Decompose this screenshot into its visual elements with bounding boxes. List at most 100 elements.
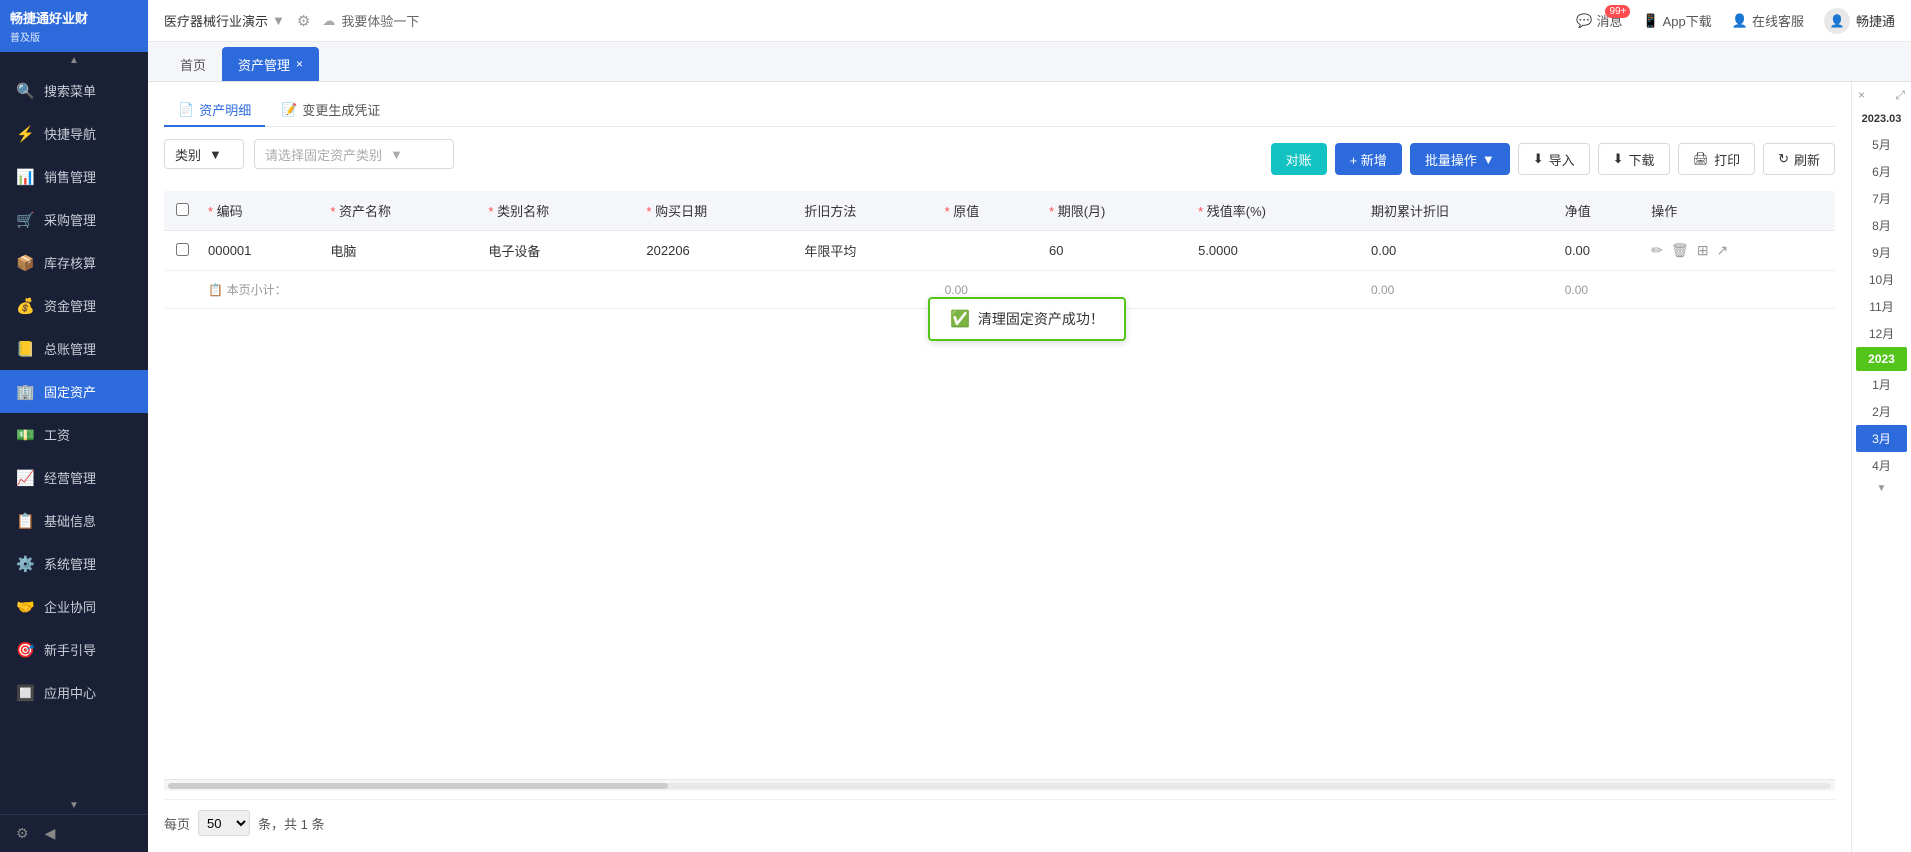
experience-label: 我要体验一下 [341, 11, 419, 30]
sidebar-item-fixed-assets[interactable]: 🏢 固定资产 [0, 370, 148, 413]
horizontal-scrollbar[interactable] [164, 779, 1835, 791]
panel-close-icon[interactable]: × [1858, 88, 1865, 103]
sidebar-item-system[interactable]: ⚙️ 系统管理 [0, 542, 148, 585]
subtotal-initial-depr: 0.00 [1363, 271, 1557, 309]
action-icons: ✏ 🗑 ⊞ ↗ [1651, 242, 1827, 259]
sidebar-item-apps[interactable]: 🔲 应用中心 [0, 671, 148, 714]
settings-icon[interactable]: ⚙ [16, 825, 29, 842]
tab-close-icon[interactable]: × [296, 57, 303, 71]
month-11[interactable]: 11月 [1852, 293, 1911, 320]
panel-expand-icon[interactable]: ⤢ [1895, 88, 1905, 103]
select-all-cell[interactable] [164, 191, 200, 231]
month-3-current[interactable]: 3月 [1856, 425, 1907, 452]
sidebar-item-basic[interactable]: 📋 基础信息 [0, 499, 148, 542]
batch-button[interactable]: 批量操作 ▼ [1410, 143, 1510, 175]
row-checkbox-cell[interactable] [164, 231, 200, 271]
month-9[interactable]: 9月 [1852, 239, 1911, 266]
month-5[interactable]: 5月 [1852, 131, 1911, 158]
row-checkbox[interactable] [176, 243, 189, 256]
sidebar-item-funds[interactable]: 💰 资金管理 [0, 284, 148, 327]
message-button[interactable]: 💬 消息 99+ [1576, 11, 1622, 30]
experience-link[interactable]: ☁ 我要体验一下 [322, 11, 419, 30]
sidebar-scroll-up[interactable]: ▲ [0, 52, 148, 69]
sidebar-item-payroll[interactable]: 💵 工资 [0, 413, 148, 456]
change-voucher-icon: 📝 [281, 102, 297, 118]
sidebar-item-cooperation[interactable]: 🤝 企业协同 [0, 585, 148, 628]
account-button[interactable]: 对账 [1271, 143, 1327, 175]
print-button[interactable]: 🖨 打印 [1678, 143, 1756, 175]
app-download-label: App下载 [1663, 11, 1712, 30]
category-arrow: ▼ [209, 147, 222, 162]
sidebar-item-sales[interactable]: 📊 销售管理 [0, 155, 148, 198]
sidebar-scroll-down[interactable]: ▼ [0, 797, 148, 814]
month-8[interactable]: 8月 [1852, 212, 1911, 239]
subtab-asset-detail[interactable]: 📄 资产明细 [164, 94, 265, 127]
sidebar-item-search[interactable]: 🔍 搜索菜单 [0, 69, 148, 112]
content-main: 📄 资产明细 📝 变更生成凭证 类别 ▼ 请选择固定资产类别 [148, 82, 1851, 852]
month-6[interactable]: 6月 [1852, 158, 1911, 185]
asset-detail-icon: 📄 [178, 102, 194, 118]
asset-table-wrap: * 编码 * 资产名称 * 类别名称 * 购买日期 折旧方法 * 原值 * 期限… [164, 191, 1835, 779]
month-7[interactable]: 7月 [1852, 185, 1911, 212]
online-service-link[interactable]: 👤 在线客服 [1732, 11, 1804, 30]
tabbar: 首页 资产管理 × [148, 42, 1911, 82]
sales-icon: 📊 [16, 168, 34, 186]
edit-icon[interactable]: ✏ [1651, 242, 1663, 259]
category-type-filter[interactable]: 请选择固定资产类别 ▼ [254, 139, 454, 169]
sidebar-item-ledger[interactable]: 📒 总账管理 [0, 327, 148, 370]
category-filter[interactable]: 类别 ▼ [164, 139, 244, 169]
toast-message: 清理固定资产成功！ [978, 309, 1104, 329]
user-menu[interactable]: 👤 畅捷通 [1824, 8, 1895, 34]
sidebar-item-label: 快捷导航 [44, 124, 96, 143]
select-all-checkbox[interactable] [176, 203, 189, 216]
sidebar-logo: 畅捷通好业财 普及版 [0, 0, 148, 52]
sidebar-item-quicknav[interactable]: ⚡ 快捷导航 [0, 112, 148, 155]
month-10[interactable]: 10月 [1852, 266, 1911, 293]
export-button[interactable]: ⬇ 导入 [1518, 143, 1590, 175]
month-12[interactable]: 12月 [1852, 320, 1911, 347]
month-2[interactable]: 2月 [1852, 398, 1911, 425]
expand-more-icon[interactable]: ▼ [1877, 483, 1887, 494]
total-label: 条，共 1 条 [258, 814, 324, 833]
new-button[interactable]: + 新增 [1335, 143, 1402, 175]
scrollbar-thumb[interactable] [168, 783, 668, 789]
sidebar-item-inventory[interactable]: 📦 库存核算 [0, 241, 148, 284]
download-button[interactable]: ⬇ 下载 [1598, 143, 1670, 175]
sidebar-item-guide[interactable]: 🎯 新手引导 [0, 628, 148, 671]
sidebar-item-operations[interactable]: 📈 经营管理 [0, 456, 148, 499]
app-download-link[interactable]: 📱 App下载 [1642, 11, 1711, 30]
month-4[interactable]: 4月 [1852, 452, 1911, 479]
tab-asset-mgmt[interactable]: 资产管理 × [222, 47, 319, 81]
delete-icon[interactable]: 🗑 [1671, 242, 1689, 259]
month-1[interactable]: 1月 [1852, 371, 1911, 398]
more-icon[interactable]: ↗ [1717, 242, 1729, 259]
col-action: 操作 [1643, 191, 1835, 231]
scrollbar-track[interactable] [168, 783, 1831, 789]
company-settings-icon[interactable]: ⚙ [297, 12, 310, 30]
purchase-icon: 🛒 [16, 211, 34, 229]
collapse-icon[interactable]: ◀ [45, 825, 56, 842]
table-row: 000001 电脑 电子设备 202206 年限平均 60 5.0000 0.0… [164, 231, 1835, 271]
subtab-change-voucher-label: 变更生成凭证 [302, 100, 380, 119]
col-original-value: * 原值 [937, 191, 1041, 231]
fixed-assets-icon: 🏢 [16, 383, 34, 401]
company-selector[interactable]: 医疗器械行业演示 ▼ [164, 11, 285, 30]
copy-icon[interactable]: ⊞ [1697, 242, 1709, 259]
category-label: 类别 [175, 145, 201, 164]
topbar-right: 💬 消息 99+ 📱 App下载 👤 在线客服 👤 畅捷通 [1576, 8, 1895, 34]
subtab-change-voucher[interactable]: 📝 变更生成凭证 [267, 94, 394, 127]
tab-asset-mgmt-label: 资产管理 [238, 55, 290, 74]
year-2023-marker[interactable]: 2023 [1856, 347, 1907, 371]
refresh-button[interactable]: ↻ 刷新 [1763, 143, 1835, 175]
print-label: 打印 [1714, 150, 1740, 169]
ledger-icon: 📒 [16, 340, 34, 358]
subtabs: 📄 资产明细 📝 变更生成凭证 [164, 94, 1835, 127]
per-page-select[interactable]: 50 100 200 [198, 810, 250, 836]
sidebar-item-purchase[interactable]: 🛒 采购管理 [0, 198, 148, 241]
batch-arrow-icon: ▼ [1482, 152, 1495, 167]
sidebar-item-label: 固定资产 [44, 382, 96, 401]
tab-home[interactable]: 首页 [164, 47, 222, 81]
service-label: 在线客服 [1752, 11, 1804, 30]
sidebar-item-label: 资金管理 [44, 296, 96, 315]
search-icon: 🔍 [16, 82, 34, 100]
